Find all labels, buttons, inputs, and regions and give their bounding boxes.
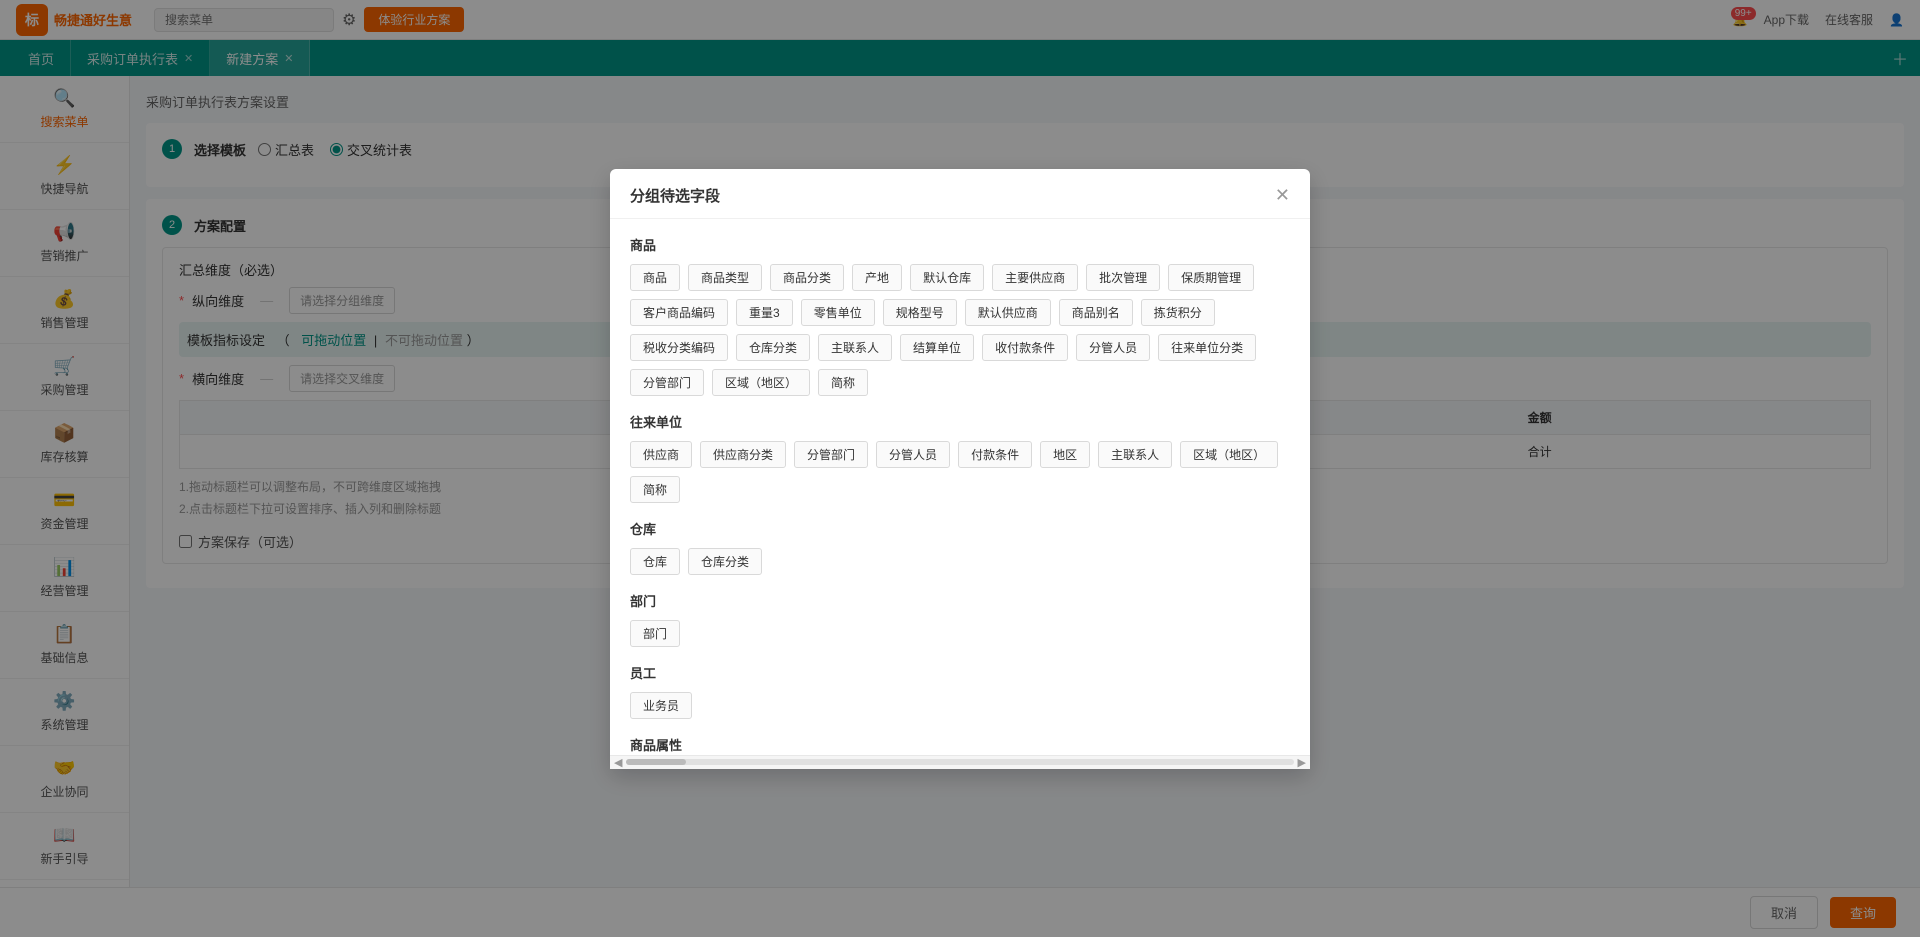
field-tag-0-2[interactable]: 商品分类 xyxy=(770,264,844,291)
field-tag-0-4[interactable]: 默认仓库 xyxy=(910,264,984,291)
field-section-1: 往来单位供应商供应商分类分管部门分管人员付款条件地区主联系人区域（地区） 简称 xyxy=(630,412,1290,503)
hscroll-left-arrow[interactable]: ◀ xyxy=(614,756,622,769)
field-tag-0-5[interactable]: 主要供应商 xyxy=(992,264,1078,291)
hscroll-right-arrow[interactable]: ▶ xyxy=(1298,756,1306,769)
hscroll-track xyxy=(626,759,1293,765)
hscroll-thumb[interactable] xyxy=(626,759,686,765)
modal-body: 商品商品商品类型商品分类产地默认仓库主要供应商批次管理保质期管理客户商品编码重量… xyxy=(610,219,1310,755)
field-tag-0-20[interactable]: 分管人员 xyxy=(1076,334,1150,361)
field-tag-0-11[interactable]: 规格型号 xyxy=(883,299,957,326)
field-tag-0-8[interactable]: 客户商品编码 xyxy=(630,299,728,326)
field-tag-0-14[interactable]: 拣货积分 xyxy=(1141,299,1215,326)
field-tag-0-10[interactable]: 零售单位 xyxy=(801,299,875,326)
field-section-title-3: 部门 xyxy=(630,591,1290,610)
field-section-4: 员工业务员 xyxy=(630,663,1290,719)
field-list-3: 部门 xyxy=(630,620,1290,647)
field-section-title-1: 往来单位 xyxy=(630,412,1290,431)
field-tag-0-18[interactable]: 结算单位 xyxy=(900,334,974,361)
field-tag-3-0[interactable]: 部门 xyxy=(630,620,680,647)
field-select-modal: 分组待选字段 ✕ 商品商品商品类型商品分类产地默认仓库主要供应商批次管理保质期管… xyxy=(610,169,1310,769)
field-list-0: 商品商品类型商品分类产地默认仓库主要供应商批次管理保质期管理客户商品编码重量3 零… xyxy=(630,264,1290,396)
field-tag-0-7[interactable]: 保质期管理 xyxy=(1168,264,1254,291)
field-tag-0-21[interactable]: 往来单位分类 xyxy=(1158,334,1256,361)
field-tag-0-9[interactable]: 重量3 xyxy=(736,299,793,326)
field-list-1: 供应商供应商分类分管部门分管人员付款条件地区主联系人区域（地区） 简称 xyxy=(630,441,1290,503)
field-tag-1-8[interactable]: 简称 xyxy=(630,476,680,503)
field-section-2: 仓库仓库仓库分类 xyxy=(630,519,1290,575)
field-tag-0-16[interactable]: 仓库分类 xyxy=(736,334,810,361)
field-tag-0-3[interactable]: 产地 xyxy=(852,264,902,291)
field-tag-1-6[interactable]: 主联系人 xyxy=(1098,441,1172,468)
field-tag-0-6[interactable]: 批次管理 xyxy=(1086,264,1160,291)
modal-hscroll: ◀ ▶ xyxy=(610,755,1310,769)
field-tag-2-0[interactable]: 仓库 xyxy=(630,548,680,575)
field-tag-0-19[interactable]: 收付款条件 xyxy=(982,334,1068,361)
field-section-title-5: 商品属性 xyxy=(630,735,1290,754)
field-tag-0-17[interactable]: 主联系人 xyxy=(818,334,892,361)
field-section-0: 商品商品商品类型商品分类产地默认仓库主要供应商批次管理保质期管理客户商品编码重量… xyxy=(630,235,1290,396)
field-tag-0-0[interactable]: 商品 xyxy=(630,264,680,291)
modal-title: 分组待选字段 xyxy=(630,185,720,206)
field-section-3: 部门部门 xyxy=(630,591,1290,647)
field-tag-0-22[interactable]: 分管部门 xyxy=(630,369,704,396)
field-tag-1-5[interactable]: 地区 xyxy=(1040,441,1090,468)
field-tag-1-0[interactable]: 供应商 xyxy=(630,441,692,468)
field-section-title-4: 员工 xyxy=(630,663,1290,682)
field-tag-1-7[interactable]: 区域（地区） xyxy=(1180,441,1278,468)
field-list-4: 业务员 xyxy=(630,692,1290,719)
field-tag-0-1[interactable]: 商品类型 xyxy=(688,264,762,291)
field-tag-1-2[interactable]: 分管部门 xyxy=(794,441,868,468)
field-tag-0-13[interactable]: 商品别名 xyxy=(1059,299,1133,326)
field-section-title-2: 仓库 xyxy=(630,519,1290,538)
field-tag-4-0[interactable]: 业务员 xyxy=(630,692,692,719)
field-tag-0-15[interactable]: 税收分类编码 xyxy=(630,334,728,361)
field-section-5: 商品属性属性颜色多规格尺码鞋码1 xyxy=(630,735,1290,755)
field-section-title-0: 商品 xyxy=(630,235,1290,254)
field-list-2: 仓库仓库分类 xyxy=(630,548,1290,575)
modal-close-button[interactable]: ✕ xyxy=(1275,185,1290,206)
field-tag-1-1[interactable]: 供应商分类 xyxy=(700,441,786,468)
field-tag-1-3[interactable]: 分管人员 xyxy=(876,441,950,468)
field-tag-0-24[interactable]: 简称 xyxy=(818,369,868,396)
field-tag-2-1[interactable]: 仓库分类 xyxy=(688,548,762,575)
field-tag-0-23[interactable]: 区域（地区） xyxy=(712,369,810,396)
modal-header: 分组待选字段 ✕ xyxy=(610,169,1310,219)
field-tag-0-12[interactable]: 默认供应商 xyxy=(965,299,1051,326)
field-tag-1-4[interactable]: 付款条件 xyxy=(958,441,1032,468)
